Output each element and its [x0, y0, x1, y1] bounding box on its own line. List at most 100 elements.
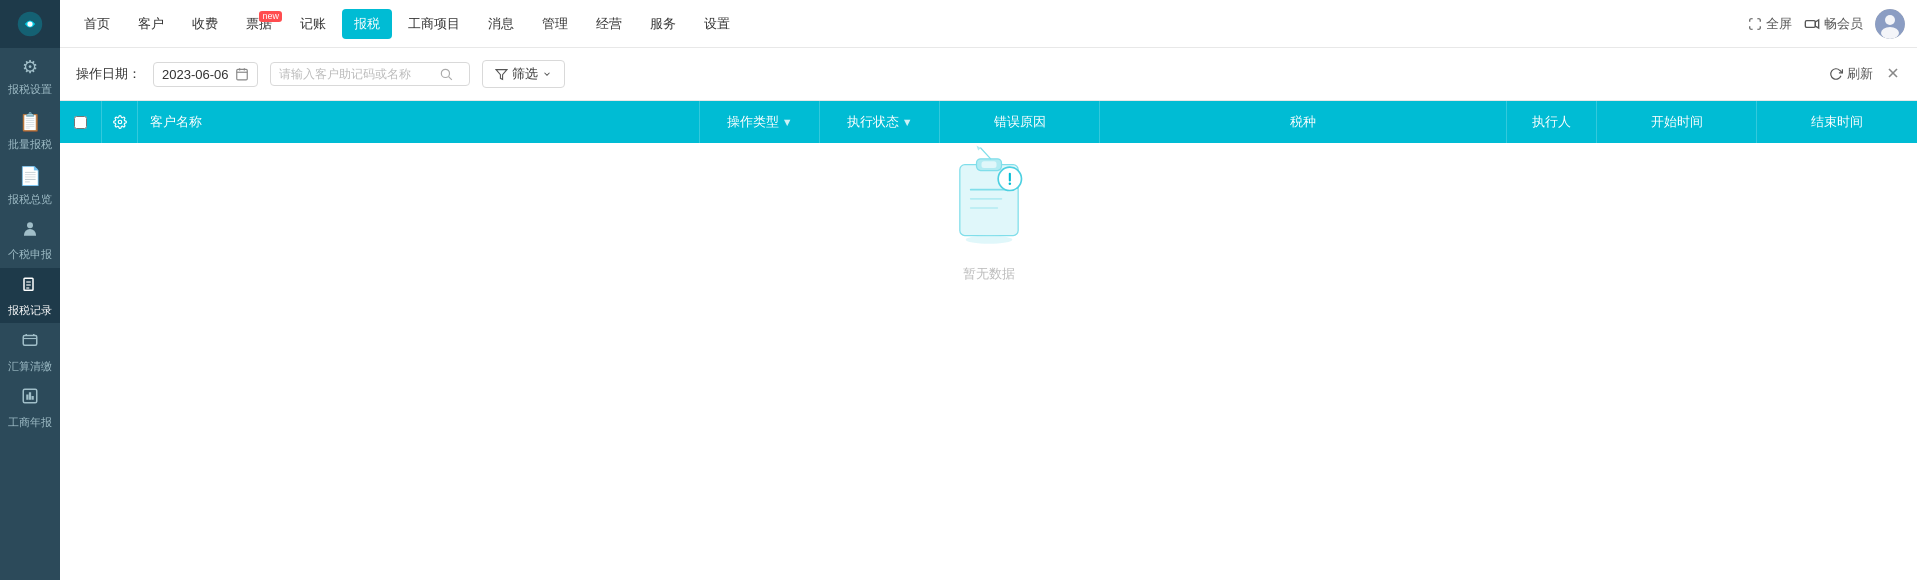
- svg-point-18: [1885, 15, 1895, 25]
- member-button[interactable]: 畅会员: [1804, 15, 1863, 33]
- th-end-time: 结束时间: [1757, 101, 1917, 143]
- th-endtime-label: 结束时间: [1811, 113, 1863, 131]
- th-client-label: 客户名称: [150, 113, 202, 131]
- nav-home[interactable]: 首页: [72, 9, 122, 39]
- filter-optype-icon: ▼: [782, 116, 793, 128]
- svg-line-25: [448, 77, 451, 80]
- svg-point-38: [1008, 183, 1011, 186]
- close-icon: [1885, 65, 1901, 81]
- sidebar-item-tax-settings[interactable]: ⚙ 报税设置: [0, 48, 60, 103]
- nav-right-section: 全屏 畅会员: [1748, 9, 1905, 39]
- batch-tax-icon: 📋: [19, 111, 41, 134]
- refresh-button[interactable]: 刷新: [1829, 65, 1873, 83]
- sidebar-item-label: 批量报税: [8, 137, 52, 151]
- toolbar: 操作日期： 2023-06-06 筛选: [60, 48, 1917, 101]
- nav-billing[interactable]: 收费: [180, 9, 230, 39]
- svg-marker-16: [1815, 20, 1818, 28]
- sidebar-item-label: 报税总览: [8, 192, 52, 206]
- th-executor-label: 执行人: [1532, 113, 1571, 131]
- svg-marker-26: [496, 69, 507, 79]
- search-input[interactable]: [279, 67, 439, 81]
- sidebar-item-settlement[interactable]: 汇算清缴: [0, 323, 60, 379]
- th-starttime-label: 开始时间: [1651, 113, 1703, 131]
- svg-rect-7: [23, 336, 37, 346]
- th-tax-type: 税种: [1100, 101, 1507, 143]
- annual-report-icon: [21, 387, 39, 411]
- filter-icon: [495, 68, 508, 81]
- video-icon: [1804, 16, 1820, 32]
- sidebar: ⚙ 报税设置 📋 批量报税 📄 报税总览 个税申报 报税记录: [0, 0, 60, 580]
- sidebar-item-tax-overview[interactable]: 📄 报税总览: [0, 157, 60, 212]
- sidebar-item-tax-records[interactable]: 报税记录: [0, 268, 60, 324]
- nav-menu: 首页 客户 收费 票据 new 记账 报税 工商项目 消息: [72, 9, 1748, 39]
- th-status-label: 执行状态: [847, 113, 899, 131]
- empty-state: 暂无数据: [60, 143, 1917, 283]
- nav-invoices[interactable]: 票据 new: [234, 9, 284, 39]
- sidebar-item-label: 汇算清缴: [8, 359, 52, 373]
- filter-label: 筛选: [512, 65, 538, 83]
- th-op-type[interactable]: 操作类型 ▼: [700, 101, 820, 143]
- th-optype-label: 操作类型: [727, 113, 779, 131]
- svg-rect-15: [1805, 20, 1815, 27]
- main-content: 首页 客户 收费 票据 new 记账 报税 工商项目 消息: [60, 0, 1917, 580]
- search-box[interactable]: [270, 62, 470, 86]
- svg-point-2: [27, 222, 33, 228]
- sidebar-item-label: 报税设置: [8, 82, 52, 96]
- nav-bizproject[interactable]: 工商项目: [396, 9, 472, 39]
- search-icon: [439, 67, 453, 81]
- th-start-time: 开始时间: [1597, 101, 1757, 143]
- sidebar-item-personal-tax[interactable]: 个税申报: [0, 212, 60, 268]
- th-checkbox[interactable]: [60, 101, 102, 143]
- settings-icon: [113, 115, 127, 129]
- data-table: 客户名称 操作类型 ▼ 执行状态 ▼ 错误原因 税种 执行人: [60, 101, 1917, 580]
- settlement-icon: [21, 331, 39, 355]
- tax-records-icon: [21, 276, 39, 300]
- sidebar-item-annual-report[interactable]: 工商年报: [0, 379, 60, 435]
- empty-illustration: [939, 143, 1039, 253]
- th-client-name: 客户名称: [138, 101, 700, 143]
- select-all-checkbox[interactable]: [74, 116, 87, 129]
- svg-point-19: [1881, 27, 1899, 39]
- svg-point-41: [965, 236, 1012, 244]
- sidebar-item-batch-tax[interactable]: 📋 批量报税: [0, 103, 60, 158]
- svg-point-24: [441, 69, 449, 77]
- nav-clients[interactable]: 客户: [126, 9, 176, 39]
- th-error-reason: 错误原因: [940, 101, 1100, 143]
- svg-rect-20: [236, 69, 247, 80]
- nav-management[interactable]: 管理: [530, 9, 580, 39]
- fullscreen-icon: [1748, 17, 1762, 31]
- sidebar-item-label: 工商年报: [8, 415, 52, 429]
- close-button[interactable]: [1885, 65, 1901, 84]
- svg-point-1: [27, 21, 32, 26]
- nav-accounting[interactable]: 记账: [288, 9, 338, 39]
- date-picker[interactable]: 2023-06-06: [153, 62, 258, 87]
- svg-line-39: [980, 148, 990, 159]
- filter-button[interactable]: 筛选: [482, 60, 565, 88]
- top-navigation: 首页 客户 收费 票据 new 记账 报税 工商项目 消息: [60, 0, 1917, 48]
- th-settings[interactable]: [102, 101, 138, 143]
- th-exec-status[interactable]: 执行状态 ▼: [820, 101, 940, 143]
- sidebar-item-label: 报税记录: [8, 303, 52, 317]
- nav-services[interactable]: 服务: [638, 9, 688, 39]
- filter-status-icon: ▼: [902, 116, 913, 128]
- empty-text: 暂无数据: [963, 265, 1015, 283]
- new-badge: new: [259, 11, 282, 22]
- svg-rect-12: [26, 395, 28, 400]
- th-executor: 执行人: [1507, 101, 1597, 143]
- fullscreen-button[interactable]: 全屏: [1748, 15, 1792, 33]
- svg-rect-32: [981, 161, 996, 168]
- calendar-icon: [235, 67, 249, 81]
- tax-settings-icon: ⚙: [22, 56, 38, 79]
- nav-settings[interactable]: 设置: [692, 9, 742, 39]
- nav-operations[interactable]: 经营: [584, 9, 634, 39]
- sidebar-item-label: 个税申报: [8, 247, 52, 261]
- user-avatar[interactable]: [1875, 9, 1905, 39]
- table-body: 暂无数据: [60, 143, 1917, 580]
- tax-overview-icon: 📄: [19, 165, 41, 188]
- th-taxtype-label: 税种: [1290, 113, 1316, 131]
- nav-tax[interactable]: 报税: [342, 9, 392, 39]
- personal-tax-icon: [21, 220, 39, 244]
- nav-messages[interactable]: 消息: [476, 9, 526, 39]
- refresh-label: 刷新: [1847, 65, 1873, 83]
- svg-marker-40: [976, 146, 980, 151]
